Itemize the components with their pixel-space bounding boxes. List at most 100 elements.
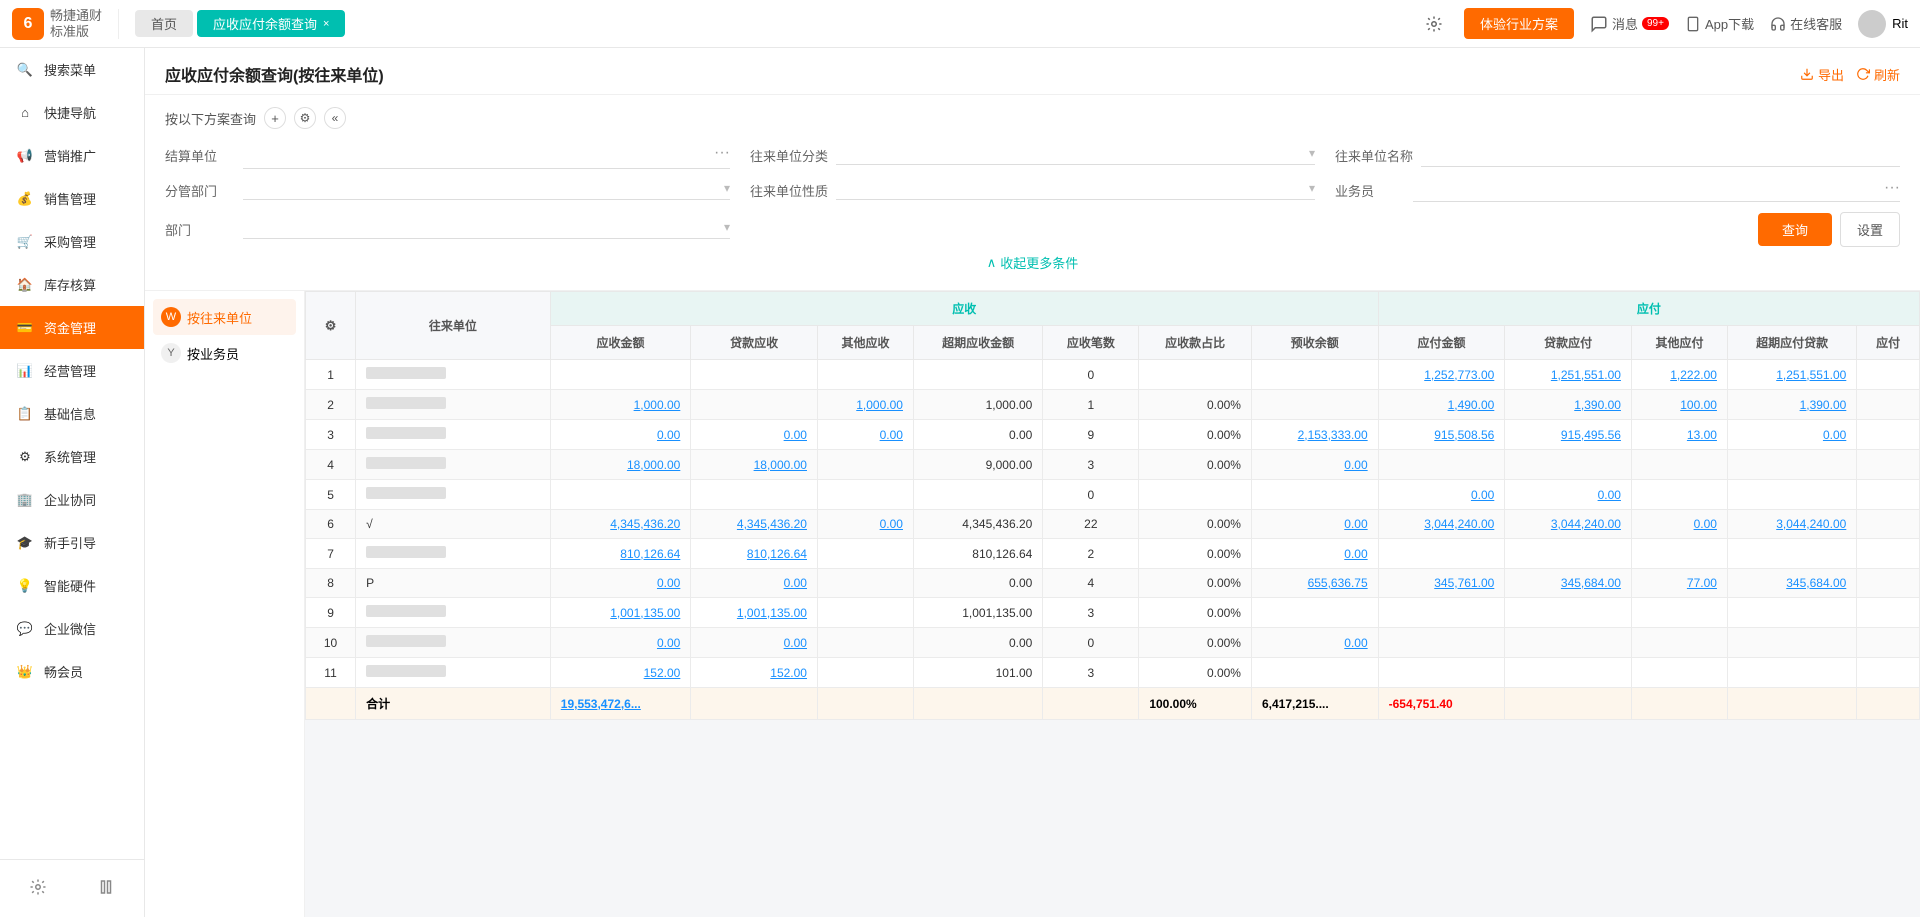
table-body: 101,252,773.001,251,551.001,222.001,251,…: [306, 360, 1920, 688]
filter-partner-name-input[interactable]: [1421, 143, 1900, 167]
filter-settlement-input[interactable]: [243, 141, 714, 164]
tfoot-prepay: 6,417,215....: [1251, 688, 1378, 720]
setting-button[interactable]: 设置: [1840, 212, 1900, 247]
filter-collapse-icon[interactable]: «: [324, 107, 346, 129]
partner-name-cell: [356, 390, 551, 420]
sidebar-item-sales[interactable]: 💰 销售管理: [0, 177, 144, 220]
partner-name-cell: P: [356, 569, 551, 598]
header-actions: 导出 刷新: [1800, 65, 1900, 84]
table-row: 8P0.000.000.0040.00%655,636.75345,761.00…: [306, 569, 1920, 598]
sidebar-item-wechat[interactable]: 💬 企业微信: [0, 607, 144, 650]
sidebar-item-basic[interactable]: 📋 基础信息: [0, 392, 144, 435]
sidebar-item-member[interactable]: 👑 畅会员: [0, 650, 144, 693]
filter-sub-dept-label: 部门: [165, 220, 235, 239]
capital-icon: 💳: [16, 319, 34, 337]
filter-label: 按以下方案查询: [165, 109, 256, 128]
tfoot-empty: [306, 688, 356, 720]
app-download-button[interactable]: App下载: [1685, 14, 1754, 33]
tfoot-ap-overdue: [1727, 688, 1856, 720]
service-button[interactable]: 在线客服: [1770, 14, 1842, 33]
topbar: 6 畅捷通财 标准版 首页 应收应付余额查询 × 体验行业方案 消息 99+: [0, 0, 1920, 48]
page-title: 应收应付余额查询(按往来单位): [165, 62, 384, 86]
partner-name-cell: [356, 420, 551, 450]
corp-icon: 🏢: [16, 491, 34, 509]
table-row: 21,000.001,000.001,000.0010.00%1,490.001…: [306, 390, 1920, 420]
refresh-button[interactable]: 刷新: [1856, 65, 1900, 84]
sidebar-item-inventory[interactable]: 🏠 库存核算: [0, 263, 144, 306]
gear-button[interactable]: [1420, 10, 1448, 38]
filter-add-button[interactable]: +: [264, 107, 286, 129]
message-button[interactable]: 消息 99+: [1590, 14, 1669, 33]
filter-partner-category-label: 往来单位分类: [750, 146, 828, 165]
partner-name-cell: [356, 360, 551, 390]
sidebar-item-label: 采购管理: [44, 232, 96, 251]
user-avatar: [1858, 10, 1886, 38]
table-group-header: ⚙ 往来单位 应收 应付: [306, 292, 1920, 326]
table-total-row: 合计 19,553,472,6... 100.00% 6,417,215....…: [306, 688, 1920, 720]
filter-partner-name-label: 往来单位名称: [1335, 146, 1413, 165]
partner-name-cell: [356, 598, 551, 628]
collapse-bar[interactable]: ∧ 收起更多条件: [165, 247, 1900, 278]
hardware-icon: 💡: [16, 577, 34, 595]
sidebar-item-guide[interactable]: 🎓 新手引导: [0, 521, 144, 564]
solution-button[interactable]: 体验行业方案: [1464, 8, 1574, 39]
left-panel: W 按往来单位 Y 按业务员: [145, 291, 305, 917]
panel-partner-icon: W: [161, 307, 181, 327]
tfoot-ar-amount[interactable]: 19,553,472,6...: [550, 688, 691, 720]
message-badge: 99+: [1642, 17, 1669, 30]
th-ap-col: 应付: [1857, 326, 1920, 360]
sidebar-item-corp[interactable]: 🏢 企业协同: [0, 478, 144, 521]
sidebar-footer: [0, 859, 144, 917]
partner-name-cell: [356, 480, 551, 510]
filter-partner-category: 往来单位分类 ▾: [750, 141, 1315, 169]
th-ar-amount: 应收金额: [550, 326, 691, 360]
logo: 6 畅捷通财 标准版: [12, 8, 102, 40]
sidebar-item-label: 基础信息: [44, 404, 96, 423]
table-row: 11152.00152.00101.0030.00%: [306, 658, 1920, 688]
user-area[interactable]: Rit: [1858, 10, 1908, 38]
sidebar-item-purchase[interactable]: 🛒 采购管理: [0, 220, 144, 263]
sidebar-settings-btn[interactable]: [23, 872, 53, 905]
collapse-label: 收起更多条件: [1000, 253, 1078, 272]
filter-top: 按以下方案查询 + ⚙ «: [165, 107, 1900, 129]
inventory-icon: 🏠: [16, 276, 34, 294]
table-row: 500.000.00: [306, 480, 1920, 510]
sidebar-item-search[interactable]: 🔍 搜索菜单: [0, 48, 144, 91]
export-button[interactable]: 导出: [1800, 65, 1844, 84]
topbar-main-tab[interactable]: 应收应付余额查询 ×: [197, 10, 345, 37]
filter-salesman-dots[interactable]: ···: [1884, 179, 1900, 197]
filter-settlement-dots[interactable]: ···: [714, 144, 730, 162]
table-settings-icon[interactable]: ⚙: [325, 318, 337, 333]
sidebar-item-nav[interactable]: ⌂ 快捷导航: [0, 91, 144, 134]
data-table: ⚙ 往来单位 应收 应付 应收金额 贷款应收 其他应收 超期应收金额 应收笔数: [305, 291, 1920, 720]
sidebar-item-label: 快捷导航: [44, 103, 96, 122]
sidebar-item-label: 系统管理: [44, 447, 96, 466]
basic-icon: 📋: [16, 405, 34, 423]
tfoot-ap-amount: -654,751.40: [1378, 688, 1505, 720]
partner-name-cell: √: [356, 510, 551, 539]
th-ap-overdue: 超期应付贷款: [1727, 326, 1856, 360]
th-settings[interactable]: ⚙: [306, 292, 356, 360]
sidebar-item-operation[interactable]: 📊 经营管理: [0, 349, 144, 392]
sidebar-item-label: 企业微信: [44, 619, 96, 638]
table-wrapper: ⚙ 往来单位 应收 应付 应收金额 贷款应收 其他应收 超期应收金额 应收笔数: [305, 291, 1920, 917]
panel-by-partner[interactable]: W 按往来单位: [153, 299, 296, 335]
panel-by-salesman[interactable]: Y 按业务员: [153, 335, 296, 371]
partner-name-cell: [356, 628, 551, 658]
sidebar-item-label: 销售管理: [44, 189, 96, 208]
sidebar-item-capital[interactable]: 💳 资金管理: [0, 306, 144, 349]
topbar-home-tab[interactable]: 首页: [135, 10, 193, 37]
logo-text: 畅捷通财 标准版: [50, 8, 102, 39]
query-button[interactable]: 查询: [1758, 213, 1832, 246]
filter-partner-name: 往来单位名称: [1335, 141, 1900, 169]
filter-sub-dept: 部门 ▾: [165, 212, 730, 247]
sidebar-item-system[interactable]: ⚙ 系统管理: [0, 435, 144, 478]
filter-settings-button[interactable]: ⚙: [294, 107, 316, 129]
sidebar-item-marketing[interactable]: 📢 营销推广: [0, 134, 144, 177]
wechat-icon: 💬: [16, 620, 34, 638]
partner-name-cell: [356, 658, 551, 688]
sidebar-collapse-btn[interactable]: [91, 872, 121, 905]
marketing-icon: 📢: [16, 147, 34, 165]
sidebar-item-hardware[interactable]: 💡 智能硬件: [0, 564, 144, 607]
topbar-tab-close[interactable]: ×: [323, 18, 329, 30]
